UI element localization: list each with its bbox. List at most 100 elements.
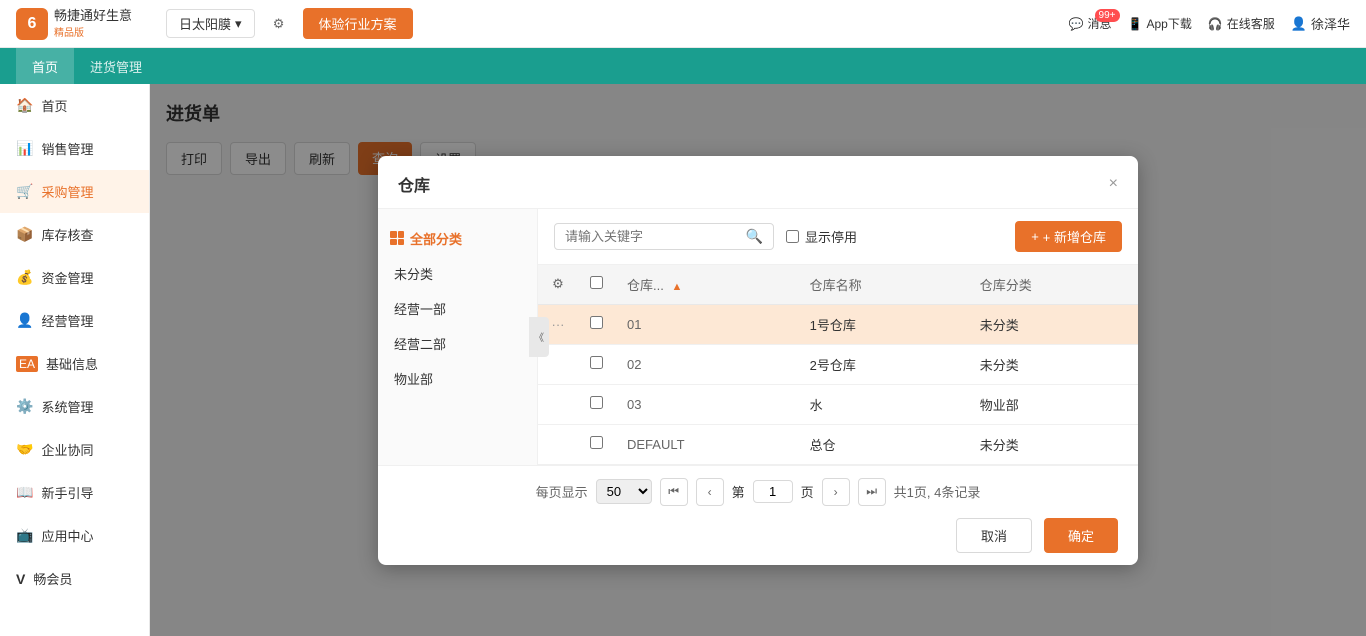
first-page-button[interactable]: ⏮ [660,478,688,506]
cat-operations-1[interactable]: 经营一部 [378,291,537,326]
system-icon: ⚙️ [16,398,33,415]
sidebar-item-system[interactable]: ⚙️ 系统管理 [0,385,149,428]
logo-area: 6 畅捷通好生意 精品版 [16,8,166,40]
row-warehouse-name: 2号仓库 [798,344,968,384]
prev-page-button[interactable]: ‹ [696,478,724,506]
modal-category-sidebar: 全部分类 未分类 经营一部 经营二部 物业部 《 [378,209,538,465]
modal-close-button[interactable]: × [1109,175,1118,193]
cat-operations-2[interactable]: 经营二部 [378,326,537,361]
service-label: 在线客服 [1227,15,1275,32]
app-download-item[interactable]: 📱 App下载 [1128,15,1192,32]
store-selector[interactable]: 日太阳膜 ▾ [166,9,255,38]
member-icon: V [16,571,25,587]
row-num: 03 [615,384,798,424]
row-warehouse-category: 物业部 [968,384,1138,424]
row-code: DEFAULT [615,424,798,464]
add-warehouse-button[interactable]: + + 新增仓库 [1015,221,1122,252]
main-layout: 🏠 首页 📊 销售管理 🛒 采购管理 📦 库存核查 💰 资金管理 👤 经营管理 … [0,84,1366,636]
page-input[interactable] [753,480,793,503]
confirm-button[interactable]: 确定 [1044,518,1118,553]
headset-icon: 🎧 [1208,17,1223,31]
row-more-btn[interactable] [538,384,578,424]
try-industry-button[interactable]: 体验行业方案 [303,8,413,39]
table-row[interactable]: DEFAULT 总仓 未分类 [538,424,1138,464]
row-checkbox[interactable] [590,436,603,449]
sidebar-item-inventory[interactable]: 📦 库存核查 [0,213,149,256]
sidebar-item-enterprise[interactable]: 🤝 企业协同 [0,428,149,471]
row-checkbox-cell [578,384,615,424]
per-page-select[interactable]: 50 10 20 100 [596,479,652,504]
sidebar-item-purchase[interactable]: 🛒 采购管理 [0,170,149,213]
col-gear: ⚙ [538,265,578,305]
sidebar-item-label: 首页 [41,96,67,115]
modal-footer: 每页显示 50 10 20 100 ⏮ ‹ 第 页 › ⏭ [378,465,1138,565]
all-category-item[interactable]: 全部分类 [378,221,537,256]
table-row[interactable]: ··· 01 1号仓库 未分类 [538,304,1138,344]
sort-code-icon: ▲ [671,281,682,293]
col-name-header: 仓库名称 [798,265,968,305]
modal-title: 仓库 [398,172,430,196]
content-area: 进货单 打印 导出 刷新 查询 设置 仓库 × [150,84,1366,636]
user-name: 徐泽华 [1311,14,1350,33]
show-disabled-label[interactable]: 显示停用 [786,227,857,246]
row-checkbox[interactable] [590,316,603,329]
cancel-button[interactable]: 取消 [956,518,1032,553]
message-icon-item[interactable]: 💬 消息 99+ [1069,15,1112,32]
sidebar: 🏠 首页 📊 销售管理 🛒 采购管理 📦 库存核查 💰 资金管理 👤 经营管理 … [0,84,150,636]
table-row[interactable]: 03 水 物业部 [538,384,1138,424]
sidebar-item-operations[interactable]: 👤 经营管理 [0,299,149,342]
sidebar-item-member[interactable]: V 畅会员 [0,557,149,600]
enterprise-icon: 🤝 [16,441,33,458]
sidebar-item-label: 畅会员 [33,569,72,588]
sidebar-item-guide[interactable]: 📖 新手引导 [0,471,149,514]
sidebar-item-app-center[interactable]: 📺 应用中心 [0,514,149,557]
last-page-button[interactable]: ⏭ [858,478,886,506]
warehouse-table-wrap: ⚙ 仓库... ▲ [538,265,1138,465]
sidebar-item-label: 基础信息 [46,354,98,373]
grid-icon [390,231,404,245]
app-label: App下载 [1146,15,1191,32]
gear-icon[interactable]: ⚙ [263,8,295,40]
sidebar-item-home[interactable]: 🏠 首页 [0,84,149,127]
search-input[interactable] [565,229,746,244]
collapse-sidebar-button[interactable]: 《 [529,317,549,357]
table-header-row: ⚙ 仓库... ▲ [538,265,1138,305]
online-service-item[interactable]: 🎧 在线客服 [1208,15,1275,32]
home-icon: 🏠 [16,97,33,114]
row-num: 02 [615,344,798,384]
cat-property[interactable]: 物业部 [378,361,537,396]
secondary-nav: 首页 进货管理 [0,48,1366,84]
sidebar-item-finance[interactable]: 💰 资金管理 [0,256,149,299]
top-header: 6 畅捷通好生意 精品版 日太阳膜 ▾ ⚙ 体验行业方案 💬 消息 99+ 📱 … [0,0,1366,48]
row-warehouse-category: 未分类 [968,304,1138,344]
row-checkbox[interactable] [590,396,603,409]
secondary-nav-home[interactable]: 首页 [16,48,74,84]
message-badge: 99+ [1095,9,1120,22]
purchase-icon: 🛒 [16,183,33,200]
row-num: 01 [615,304,798,344]
next-page-button[interactable]: › [822,478,850,506]
row-warehouse-name: 水 [798,384,968,424]
pagination-row: 每页显示 50 10 20 100 ⏮ ‹ 第 页 › ⏭ [398,478,1118,506]
table-row[interactable]: 02 2号仓库 未分类 [538,344,1138,384]
sidebar-item-sales[interactable]: 📊 销售管理 [0,127,149,170]
row-more-btn[interactable] [538,424,578,464]
row-warehouse-category: 未分类 [968,424,1138,464]
col-code-header: 仓库... ▲ [615,265,798,305]
store-name: 日太阳膜 [179,14,231,33]
message-icon: 💬 [1069,17,1084,31]
row-checkbox[interactable] [590,356,603,369]
user-avatar[interactable]: 👤 徐泽华 [1291,14,1350,33]
secondary-nav-purchase[interactable]: 进货管理 [74,48,158,84]
cat-unclassified[interactable]: 未分类 [378,256,537,291]
show-disabled-checkbox[interactable] [786,230,799,243]
sidebar-item-basic-info[interactable]: EA 基础信息 [0,342,149,385]
warehouse-table: ⚙ 仓库... ▲ [538,265,1138,465]
sidebar-item-label: 资金管理 [41,268,93,287]
header-right: 💬 消息 99+ 📱 App下载 🎧 在线客服 👤 徐泽华 [1069,14,1350,33]
brand-sub: 精品版 [54,24,132,39]
search-icon[interactable]: 🔍 [746,228,763,245]
app-icon: 📱 [1128,17,1143,31]
select-all-checkbox[interactable] [590,276,603,289]
finance-icon: 💰 [16,269,33,286]
